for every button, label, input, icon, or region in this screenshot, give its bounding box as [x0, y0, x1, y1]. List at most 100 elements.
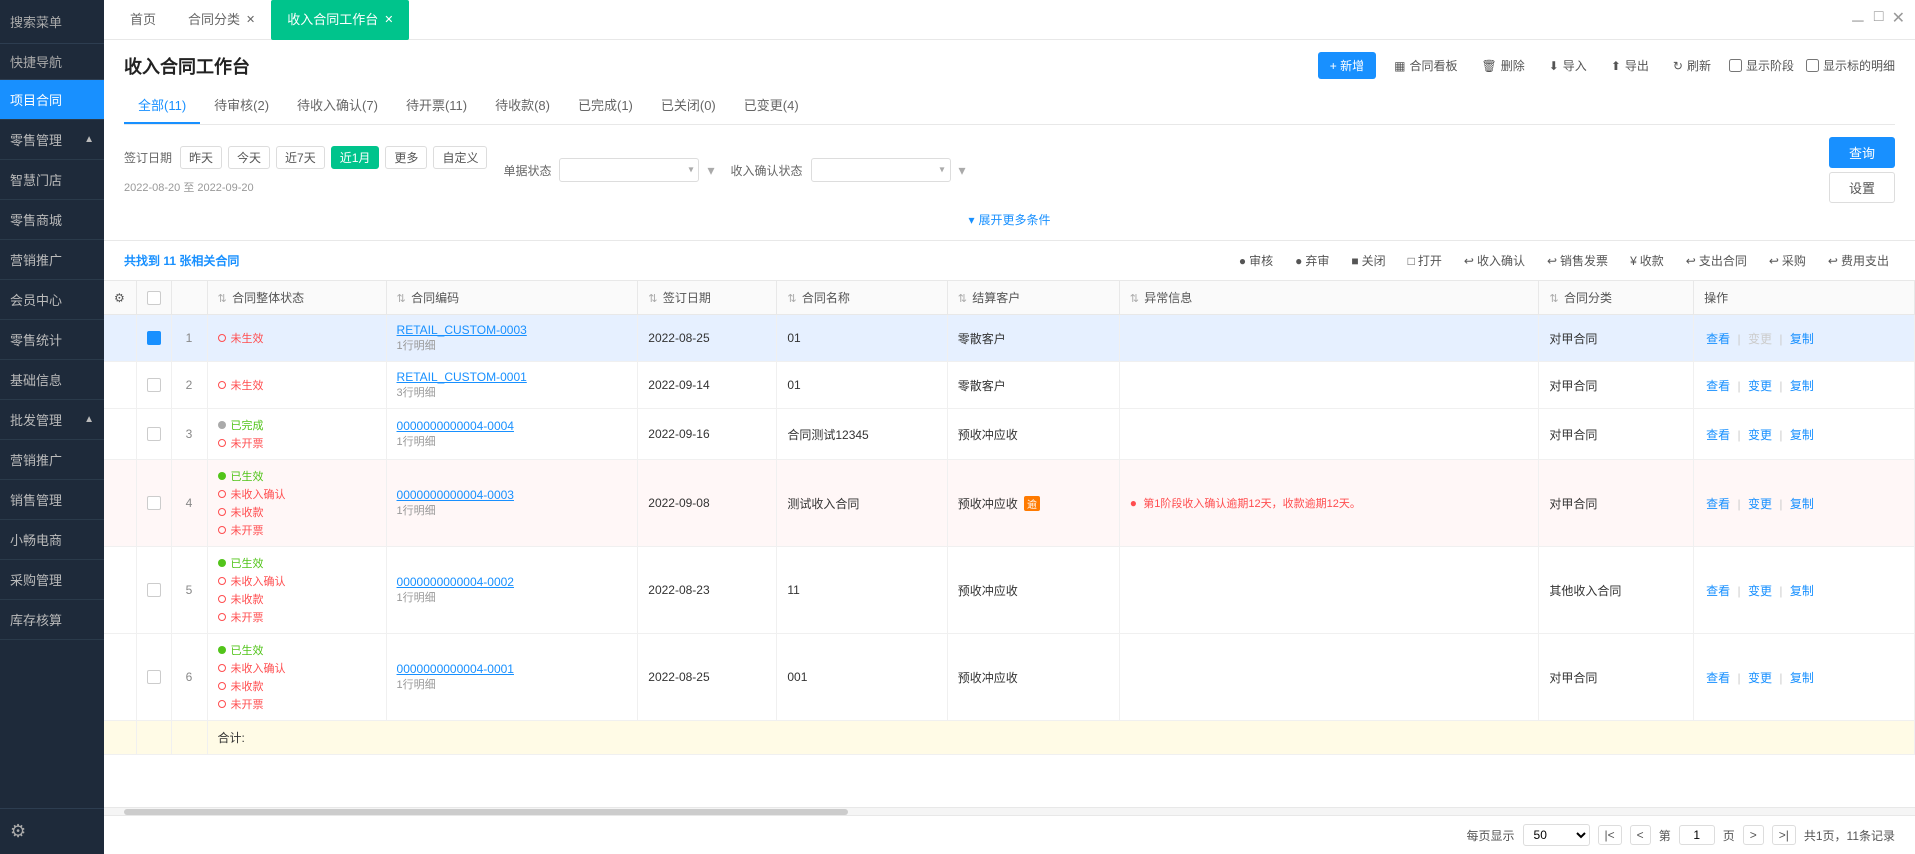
next-page-btn[interactable]: >	[1743, 825, 1764, 845]
op-copy-btn[interactable]: 复制	[1790, 497, 1814, 511]
sidebar-item-member[interactable]: 会员中心	[0, 280, 104, 320]
filter-tab-pending-income[interactable]: 待收入确认(7)	[283, 87, 392, 124]
td-checkbox[interactable]	[136, 634, 171, 721]
contract-board-button[interactable]: ▦ 合同看板	[1388, 53, 1463, 78]
sidebar-item-retail-mall[interactable]: 零售商城	[0, 200, 104, 240]
sidebar-item-xiaoqi[interactable]: 小畅电商	[0, 520, 104, 560]
tab-close-icon[interactable]: ✕	[246, 0, 255, 40]
th-checkbox[interactable]	[136, 281, 171, 315]
col-sort-icon[interactable]: ⇅	[397, 293, 406, 305]
action-abandon-btn[interactable]: ● 弃审	[1289, 249, 1335, 272]
scrollbar-thumb[interactable]	[124, 809, 848, 815]
op-copy-btn[interactable]: 复制	[1790, 584, 1814, 598]
op-change-btn[interactable]: 变更	[1748, 584, 1772, 598]
sidebar-nav[interactable]: 快捷导航	[0, 44, 104, 80]
action-invoice-btn[interactable]: ↩ 销售发票	[1541, 249, 1614, 272]
date-btn-more[interactable]: 更多	[385, 146, 427, 169]
sidebar-item-base-info[interactable]: 基础信息	[0, 360, 104, 400]
tab-home[interactable]: 首页	[114, 0, 172, 40]
date-btn-1month[interactable]: 近1月	[331, 146, 380, 169]
sidebar-item-sales-mgmt[interactable]: 销售管理	[0, 480, 104, 520]
op-view-btn[interactable]: 查看	[1706, 584, 1730, 598]
sidebar-item-marketing[interactable]: 营销推广	[0, 240, 104, 280]
filter-tab-pending-review[interactable]: 待审核(2)	[200, 87, 283, 124]
date-btn-7days[interactable]: 近7天	[276, 146, 325, 169]
td-checkbox[interactable]	[136, 362, 171, 409]
maximize-icon[interactable]: □	[1874, 8, 1884, 32]
contract-code-link[interactable]: RETAIL_CUSTOM-0001	[397, 370, 628, 384]
action-income-confirm-btn[interactable]: ↩ 收入确认	[1458, 249, 1531, 272]
show-stages-checkbox[interactable]	[1729, 59, 1742, 72]
date-btn-today[interactable]: 今天	[228, 146, 270, 169]
show-marks-checkbox[interactable]	[1806, 59, 1819, 72]
sidebar-item-marketing2[interactable]: 营销推广	[0, 440, 104, 480]
date-btn-yesterday[interactable]: 昨天	[180, 146, 222, 169]
col-sort-icon[interactable]: ⇅	[648, 293, 657, 305]
contract-code-link[interactable]: 0000000000004-0004	[397, 419, 628, 433]
filter-tab-pending-payment[interactable]: 待收款(8)	[481, 87, 564, 124]
op-change-btn[interactable]: 变更	[1748, 671, 1772, 685]
last-page-btn[interactable]: >|	[1772, 825, 1796, 845]
close-window-icon[interactable]: ✕	[1892, 8, 1905, 32]
filter-tab-done[interactable]: 已完成(1)	[564, 87, 647, 124]
filter-tab-all[interactable]: 全部(11)	[124, 87, 200, 124]
page-number-input[interactable]	[1679, 825, 1715, 845]
op-change-btn[interactable]: 变更	[1748, 332, 1772, 346]
td-checkbox[interactable]	[136, 315, 171, 362]
sidebar-item-project[interactable]: 项目合同	[0, 80, 104, 120]
contract-code-link[interactable]: 0000000000004-0001	[397, 662, 628, 676]
contract-code-link[interactable]: 0000000000004-0002	[397, 575, 628, 589]
op-view-btn[interactable]: 查看	[1706, 497, 1730, 511]
td-checkbox[interactable]	[136, 409, 171, 460]
export-button[interactable]: ⬆ 导出	[1605, 53, 1655, 78]
op-change-btn[interactable]: 变更	[1748, 379, 1772, 393]
prev-page-btn[interactable]: <	[1630, 825, 1651, 845]
sidebar-item-smart-store[interactable]: 智慧门店	[0, 160, 104, 200]
sidebar-item-retail-mgmt[interactable]: 零售管理 ▲	[0, 120, 104, 160]
op-change-btn[interactable]: 变更	[1748, 497, 1772, 511]
doc-status-select[interactable]	[559, 158, 699, 182]
settings-col-icon[interactable]: ⚙	[114, 291, 125, 305]
action-expense-btn[interactable]: ↩ 费用支出	[1822, 249, 1895, 272]
td-checkbox[interactable]	[136, 460, 171, 547]
sidebar-search[interactable]: 搜索菜单	[0, 0, 104, 44]
import-button[interactable]: ⬇ 导入	[1543, 53, 1593, 78]
th-settings[interactable]: ⚙	[104, 281, 136, 315]
action-purchase-btn[interactable]: ↩ 采购	[1763, 249, 1812, 272]
sidebar-item-batch-mgmt[interactable]: 批发管理 ▲	[0, 400, 104, 440]
op-view-btn[interactable]: 查看	[1706, 332, 1730, 346]
action-payment-btn[interactable]: ¥ 收款	[1624, 249, 1670, 272]
col-sort-icon[interactable]: ⇅	[787, 293, 796, 305]
filter-tab-pending-invoice[interactable]: 待开票(11)	[392, 87, 481, 124]
action-expense-contract-btn[interactable]: ↩ 支出合同	[1680, 249, 1753, 272]
horizontal-scrollbar[interactable]	[104, 807, 1915, 815]
op-copy-btn[interactable]: 复制	[1790, 379, 1814, 393]
expand-more-btn[interactable]: ▾ 展开更多条件	[968, 211, 1050, 228]
settings-icon[interactable]: ⚙	[10, 821, 26, 841]
op-view-btn[interactable]: 查看	[1706, 428, 1730, 442]
op-view-btn[interactable]: 查看	[1706, 671, 1730, 685]
new-button[interactable]: + 新增	[1318, 52, 1376, 79]
col-sort-icon[interactable]: ⇅	[218, 293, 227, 305]
page-size-select[interactable]: 50 10 20 100	[1523, 824, 1590, 846]
sidebar-item-stock[interactable]: 库存核算	[0, 600, 104, 640]
setting-button[interactable]: 设置	[1829, 172, 1895, 203]
op-view-btn[interactable]: 查看	[1706, 379, 1730, 393]
op-copy-btn[interactable]: 复制	[1790, 671, 1814, 685]
tab-contract-class[interactable]: 合同分类 ✕	[172, 0, 271, 40]
show-marks-label[interactable]: 显示标的明细	[1806, 57, 1895, 74]
show-stages-label[interactable]: 显示阶段	[1729, 57, 1794, 74]
op-copy-btn[interactable]: 复制	[1790, 332, 1814, 346]
filter-tab-changed[interactable]: 已变更(4)	[730, 87, 813, 124]
minimize-icon[interactable]: －	[1850, 8, 1866, 32]
td-checkbox[interactable]	[136, 547, 171, 634]
first-page-btn[interactable]: |<	[1598, 825, 1622, 845]
op-copy-btn[interactable]: 复制	[1790, 428, 1814, 442]
sidebar-item-retail-stats[interactable]: 零售统计	[0, 320, 104, 360]
col-sort-icon[interactable]: ⇅	[1549, 293, 1558, 305]
col-sort-icon[interactable]: ⇅	[1130, 293, 1139, 305]
action-review-btn[interactable]: ● 审核	[1233, 249, 1279, 272]
filter-tab-closed[interactable]: 已关闭(0)	[647, 87, 730, 124]
contract-code-link[interactable]: RETAIL_CUSTOM-0003	[397, 323, 628, 337]
tab-income-contract[interactable]: 收入合同工作台 ✕	[271, 0, 409, 40]
